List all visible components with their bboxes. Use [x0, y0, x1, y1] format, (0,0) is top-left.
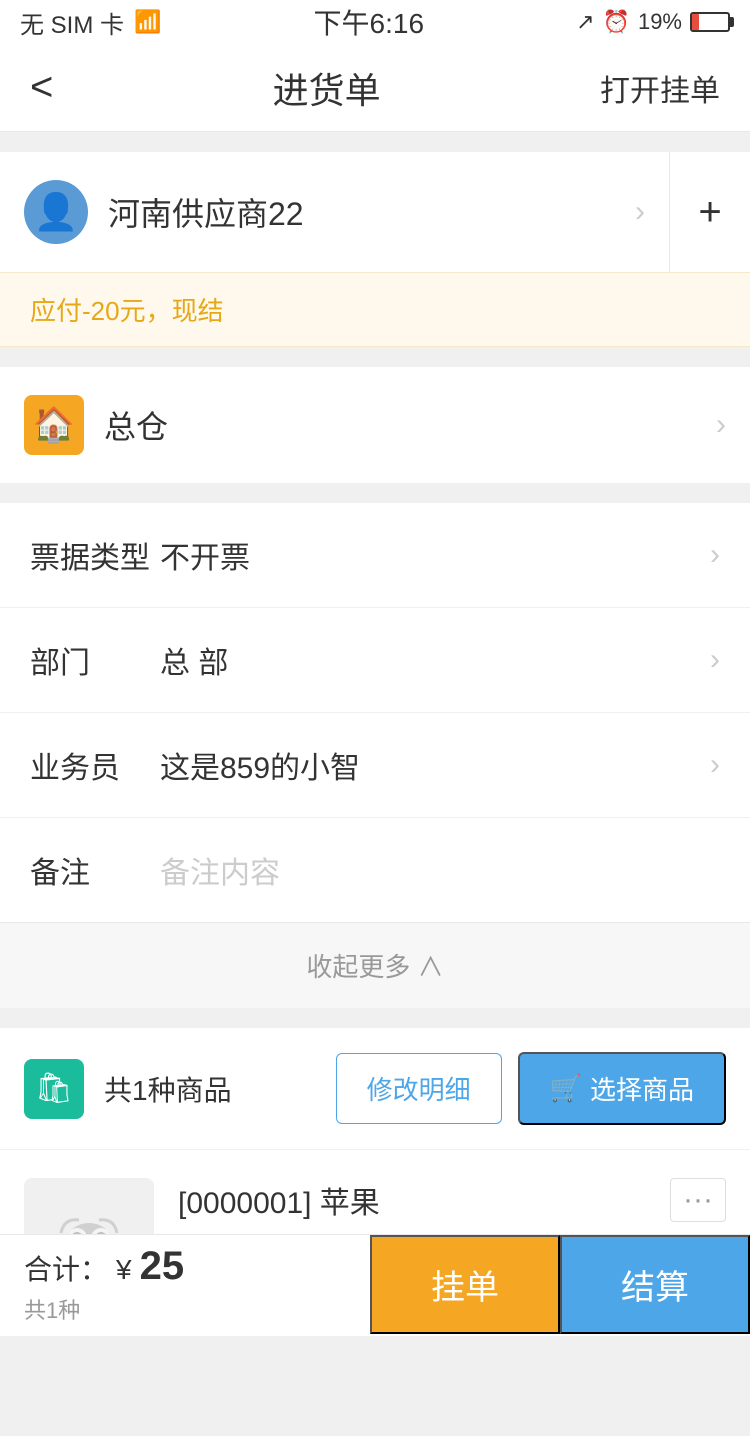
status-right: ↗ ⏰ 19% [576, 9, 730, 35]
department-row[interactable]: 部门 总 部 › [0, 608, 750, 713]
modify-detail-button[interactable]: 修改明细 [336, 1053, 502, 1124]
product-code: [0000001] [178, 1187, 320, 1220]
department-chevron-icon: › [710, 643, 720, 677]
products-count: 共1种商品 [104, 1069, 336, 1109]
invoice-type-row[interactable]: 票据类型 不开票 › [0, 503, 750, 608]
gap-1 [0, 132, 750, 152]
total-section: 合计： ¥ 25 共1种 [0, 1235, 370, 1334]
supplier-chevron-icon: › [635, 195, 645, 229]
page-title: 进货单 [273, 62, 381, 114]
battery-percent: 19% [638, 9, 682, 35]
salesperson-row[interactable]: 业务员 这是859的小智 › [0, 713, 750, 818]
warehouse-row[interactable]: 🏠 总仓 › [0, 367, 750, 483]
battery-icon [690, 12, 730, 32]
gap-2 [0, 347, 750, 367]
notes-label: 备注 [30, 848, 160, 892]
warehouse-icon: 🏠 [24, 395, 84, 455]
products-header: 🛍 共1种商品 修改明细 🛒 选择商品 [0, 1028, 750, 1150]
back-button[interactable]: < [30, 65, 53, 110]
select-icon: 🛒 [550, 1073, 582, 1104]
checkout-button[interactable]: 结算 [560, 1235, 750, 1334]
product-title: 苹果 [320, 1187, 380, 1220]
total-count: 共1种 [24, 1293, 346, 1325]
products-icon: 🛍 [24, 1059, 84, 1119]
department-value: 总 部 [160, 638, 700, 682]
warehouse-chevron-icon: › [716, 408, 726, 442]
department-label: 部门 [30, 638, 160, 682]
open-pending-button[interactable]: 打开挂单 [600, 66, 720, 110]
wifi-icon: 📶 [134, 9, 161, 35]
add-supplier-button[interactable]: + [670, 152, 750, 272]
status-carrier: 无 SIM 卡 📶 [20, 5, 161, 40]
product-more-button[interactable]: ··· [670, 1178, 726, 1222]
gap-3 [0, 483, 750, 503]
supplier-section: 👤 河南供应商22 › + [0, 152, 750, 272]
status-bar: 无 SIM 卡 📶 下午6:16 ↗ ⏰ 19% [0, 0, 750, 44]
pending-button[interactable]: 挂单 [370, 1235, 560, 1334]
notes-row[interactable]: 备注 备注内容 [0, 818, 750, 922]
invoice-type-label: 票据类型 [30, 533, 160, 577]
status-time: 下午6:16 [314, 2, 425, 42]
select-product-button[interactable]: 🛒 选择商品 [518, 1052, 726, 1125]
salesperson-chevron-icon: › [710, 748, 720, 782]
alarm-icon: ⏰ [603, 9, 630, 35]
product-name: [0000001] 苹果 [178, 1178, 670, 1222]
total-symbol: ¥ [116, 1254, 132, 1286]
nav-bar: < 进货单 打开挂单 [0, 44, 750, 132]
notice-banner: 应付-20元，现结 [0, 272, 750, 347]
collapse-label: 收起更多 ∧ [306, 947, 443, 984]
total-line: 合计： ¥ 25 [24, 1244, 346, 1289]
bag-icon: 🛍 [35, 1071, 73, 1106]
person-icon: 👤 [34, 191, 79, 233]
bottom-spacer [0, 1336, 750, 1436]
carrier-text: 无 SIM 卡 [20, 5, 124, 40]
form-section: 票据类型 不开票 › 部门 总 部 › 业务员 这是859的小智 › 备注 备注… [0, 503, 750, 922]
gap-4 [0, 1008, 750, 1028]
total-label: 合计： [24, 1248, 108, 1288]
select-product-label: 选择商品 [590, 1070, 694, 1107]
supplier-selector[interactable]: 👤 河南供应商22 › [0, 152, 670, 272]
salesperson-value: 这是859的小智 [160, 743, 700, 787]
total-amount: 25 [140, 1244, 185, 1289]
salesperson-label: 业务员 [30, 743, 160, 787]
location-icon: ↗ [576, 9, 594, 35]
invoice-chevron-icon: › [710, 538, 720, 572]
notes-value: 备注内容 [160, 848, 720, 892]
supplier-avatar: 👤 [24, 180, 88, 244]
invoice-type-value: 不开票 [160, 533, 700, 577]
bottom-bar: 合计： ¥ 25 共1种 挂单 结算 [0, 1234, 750, 1334]
collapse-toggle[interactable]: 收起更多 ∧ [0, 922, 750, 1008]
supplier-name: 河南供应商22 [108, 189, 625, 235]
warehouse-name: 总仓 [104, 402, 706, 448]
